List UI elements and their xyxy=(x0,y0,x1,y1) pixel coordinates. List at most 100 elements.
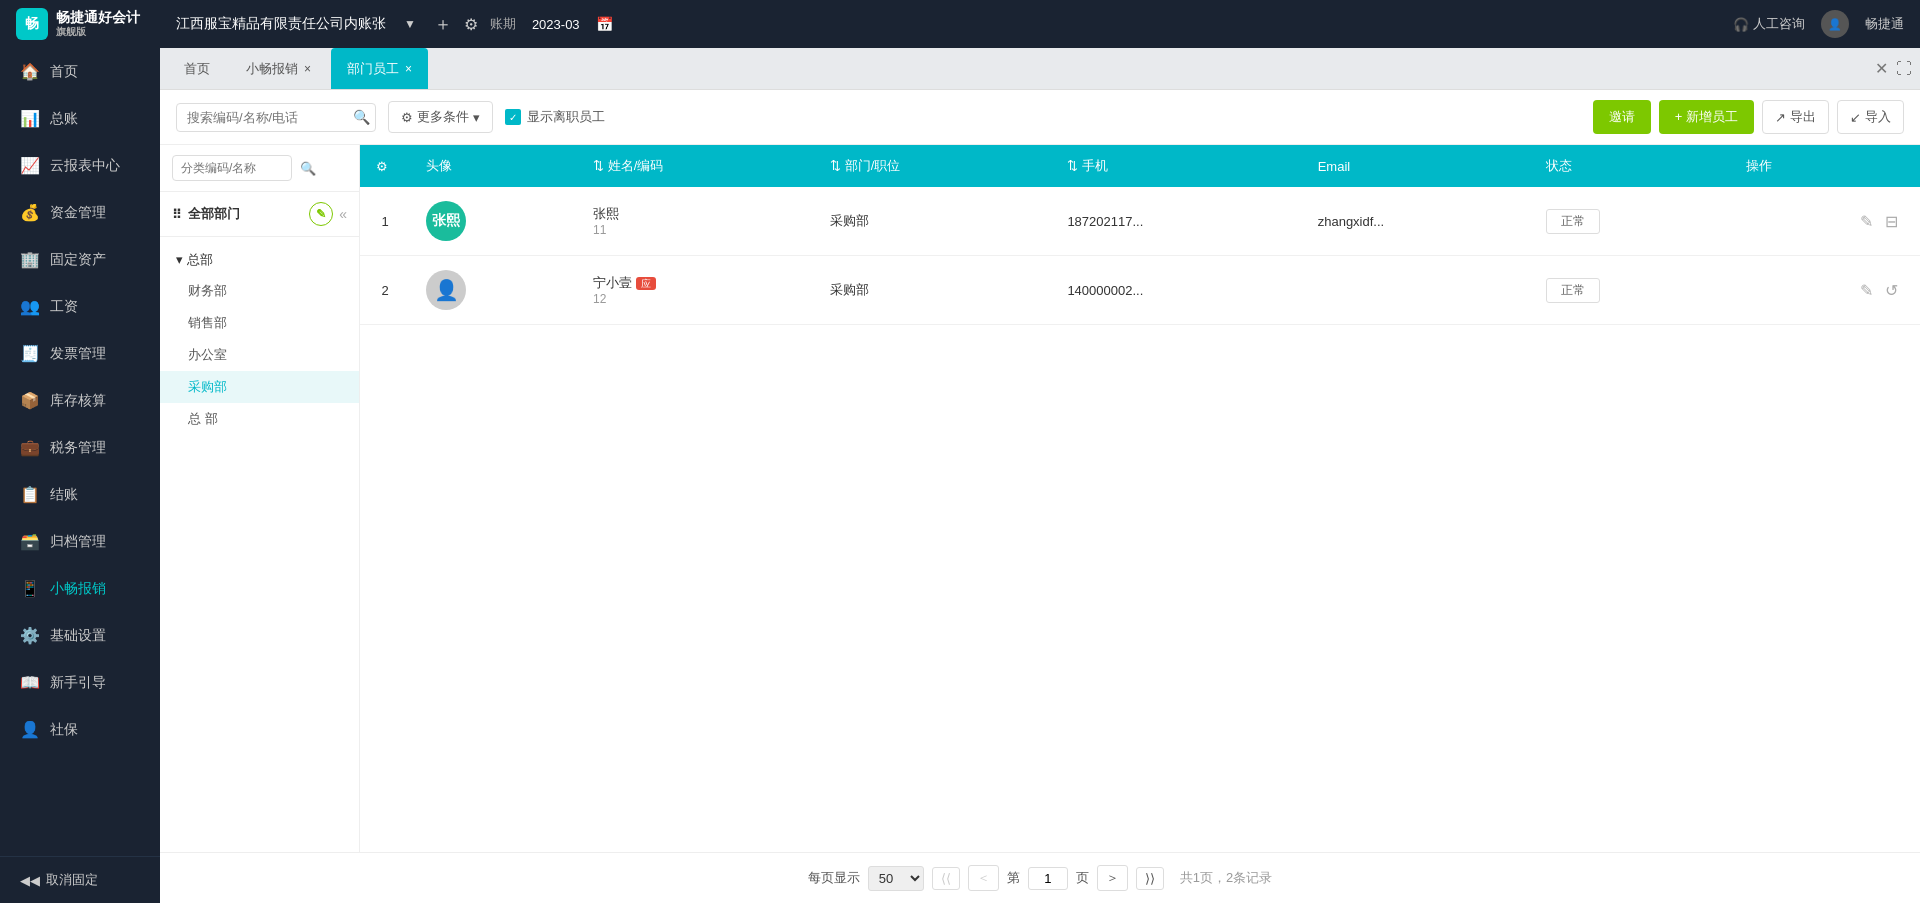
export-button[interactable]: ↗ 导出 xyxy=(1762,100,1829,134)
avatar-icon: 👤 xyxy=(1828,18,1842,31)
prev-page-button[interactable]: ＜ xyxy=(968,865,999,891)
row-name-code: 宁小壹应12 xyxy=(577,256,814,325)
row-name-code: 张熙11 xyxy=(577,187,814,256)
col-settings[interactable]: ⚙ xyxy=(360,145,410,187)
sidebar-item-home[interactable]: 🏠 首页 xyxy=(0,48,160,95)
close-window-button[interactable]: ✕ xyxy=(1875,59,1888,78)
dept-node-purchase[interactable]: 采购部 xyxy=(160,371,359,403)
table-row: 2👤宁小壹应12采购部140000002...正常✎↺ xyxy=(360,256,1920,325)
invite-button[interactable]: 邀请 xyxy=(1593,100,1651,134)
search-input[interactable] xyxy=(176,103,376,132)
employee-tag: 应 xyxy=(636,277,656,290)
tab-home[interactable]: 首页 xyxy=(168,48,226,89)
col-name-code[interactable]: ⇅ 姓名/编码 xyxy=(577,145,814,187)
tab-dept-label: 部门员工 xyxy=(347,60,399,78)
show-resigned-toggle[interactable]: ✓ 显示离职员工 xyxy=(505,108,605,126)
dept-search-input[interactable] xyxy=(172,155,292,181)
close-period-icon: 📋 xyxy=(20,485,40,504)
page-prefix: 第 xyxy=(1007,869,1020,887)
dept-node-finance[interactable]: 财务部 xyxy=(160,275,359,307)
row-index: 2 xyxy=(360,256,410,325)
last-page-button[interactable]: ⟩⟩ xyxy=(1136,867,1164,890)
expense-icon: 📱 xyxy=(20,579,40,598)
per-page-label: 每页显示 xyxy=(808,869,860,887)
tab-dept-close[interactable]: × xyxy=(405,62,412,76)
dept-collapse-button[interactable]: « xyxy=(339,206,347,222)
dept-node-sales[interactable]: 销售部 xyxy=(160,307,359,339)
user-avatar: 👤 xyxy=(1821,10,1849,38)
dept-panel: 🔍 ⠿ 全部部门 ✎ « ▾ 总部 财务部 xyxy=(160,145,360,852)
tab-expense-close[interactable]: × xyxy=(304,62,311,76)
col-phone[interactable]: ⇅ 手机 xyxy=(1051,145,1301,187)
sidebar-item-guide[interactable]: 📖 新手引导 xyxy=(0,659,160,706)
add-tab-button[interactable]: ＋ xyxy=(434,12,452,36)
tabs-bar: 首页 小畅报销 × 部门员工 × ✕ ⛶ xyxy=(160,48,1920,90)
logout-employee-button[interactable]: ⊟ xyxy=(1879,210,1904,233)
sidebar-item-salary[interactable]: 👥 工资 xyxy=(0,283,160,330)
show-resigned-label: 显示离职员工 xyxy=(527,108,605,126)
total-text: 共1页，2条记录 xyxy=(1180,869,1272,887)
assets-icon: 🏢 xyxy=(20,250,40,269)
company-dropdown-button[interactable]: ▼ xyxy=(398,15,422,33)
ledger-icon: 📊 xyxy=(20,109,40,128)
per-page-select[interactable]: 50 10 20 100 xyxy=(868,866,924,891)
employee-code: 11 xyxy=(593,223,798,237)
dept-header: 🔍 xyxy=(160,145,359,192)
company-name: 江西服宝精品有限责任公司内账张 xyxy=(176,15,386,33)
dept-node-hq[interactable]: 总 部 xyxy=(160,403,359,435)
app-logo: 畅 畅捷通好会计 旗舰版 xyxy=(16,8,156,40)
import-button[interactable]: ↙ 导入 xyxy=(1837,100,1904,134)
top-bar: 畅 畅捷通好会计 旗舰版 江西服宝精品有限责任公司内账张 ▼ ＋ ⚙ 账期 20… xyxy=(0,0,1920,48)
table-row: 1张熙张熙11采购部187202117...zhangxidf...正常✎⊟ xyxy=(360,187,1920,256)
dept-node-office[interactable]: 办公室 xyxy=(160,339,359,371)
search-button[interactable]: 🔍 xyxy=(353,109,370,125)
maximize-window-button[interactable]: ⛶ xyxy=(1896,59,1912,78)
next-page-button[interactable]: ＞ xyxy=(1097,865,1128,891)
sidebar-item-invoice-label: 发票管理 xyxy=(50,345,106,363)
dept-section-general[interactable]: ▾ 总部 xyxy=(160,245,359,275)
sidebar-item-inventory[interactable]: 📦 库存核算 xyxy=(0,377,160,424)
edit-employee-button[interactable]: ✎ xyxy=(1854,210,1879,233)
filter-button[interactable]: ⚙ 更多条件 ▾ xyxy=(388,101,493,133)
sidebar-item-ledger[interactable]: 📊 总账 xyxy=(0,95,160,142)
sidebar-item-expense[interactable]: 📱 小畅报销 xyxy=(0,565,160,612)
sidebar-item-reports-label: 云报表中心 xyxy=(50,157,120,175)
sidebar-item-basic[interactable]: ⚙️ 基础设置 xyxy=(0,612,160,659)
funds-icon: 💰 xyxy=(20,203,40,222)
sidebar-item-basic-label: 基础设置 xyxy=(50,627,106,645)
settings-button[interactable]: ⚙ xyxy=(464,15,478,34)
reset-employee-button[interactable]: ↺ xyxy=(1879,279,1904,302)
dept-edit-button[interactable]: ✎ xyxy=(309,202,333,226)
row-phone: 187202117... xyxy=(1051,187,1301,256)
dept-all-item[interactable]: ⠿ 全部部门 ✎ « xyxy=(160,192,359,237)
sidebar-item-reports[interactable]: 📈 云报表中心 xyxy=(0,142,160,189)
sidebar-item-funds[interactable]: 💰 资金管理 xyxy=(0,189,160,236)
employee-name: 宁小壹应 xyxy=(593,274,798,292)
col-dept-pos[interactable]: ⇅ 部门/职位 xyxy=(814,145,1051,187)
sidebar-item-invoice[interactable]: 🧾 发票管理 xyxy=(0,330,160,377)
sidebar: 🏠 首页 📊 总账 📈 云报表中心 💰 资金管理 🏢 固定资产 👥 工资 🧾 发… xyxy=(0,48,160,903)
add-employee-button[interactable]: + 新增员工 xyxy=(1659,100,1754,134)
table-panel: ⚙ 头像 ⇅ 姓名/编码 ⇅ 部门/职位 ⇅ 手机 Email 状态 操作 xyxy=(360,145,1920,852)
sidebar-item-close[interactable]: 📋 结账 xyxy=(0,471,160,518)
service-label: 人工咨询 xyxy=(1753,15,1805,33)
cancel-fixed-button[interactable]: ◀◀ 取消固定 xyxy=(0,856,160,903)
tab-dept-employee[interactable]: 部门员工 × xyxy=(331,48,428,89)
current-page-input[interactable] xyxy=(1028,867,1068,890)
sidebar-item-tax[interactable]: 💼 税务管理 xyxy=(0,424,160,471)
first-page-button[interactable]: ⟨⟨ xyxy=(932,867,960,890)
row-avatar: 张熙 xyxy=(410,187,577,256)
sidebar-item-insurance[interactable]: 👤 社保 xyxy=(0,706,160,753)
inventory-icon: 📦 xyxy=(20,391,40,410)
export-label: 导出 xyxy=(1790,108,1816,126)
tab-expense[interactable]: 小畅报销 × xyxy=(230,48,327,89)
content-area: 首页 小畅报销 × 部门员工 × ✕ ⛶ 🔍 xyxy=(160,48,1920,903)
top-bar-right: 🎧 人工咨询 👤 畅捷通 xyxy=(1733,10,1904,38)
sidebar-item-archive[interactable]: 🗃️ 归档管理 xyxy=(0,518,160,565)
service-button[interactable]: 🎧 人工咨询 xyxy=(1733,15,1805,33)
edit-employee-button[interactable]: ✎ xyxy=(1854,279,1879,302)
show-resigned-checkbox[interactable]: ✓ xyxy=(505,109,521,125)
sidebar-item-assets[interactable]: 🏢 固定资产 xyxy=(0,236,160,283)
export-icon: ↗ xyxy=(1775,110,1786,125)
row-email: zhangxidf... xyxy=(1302,187,1531,256)
